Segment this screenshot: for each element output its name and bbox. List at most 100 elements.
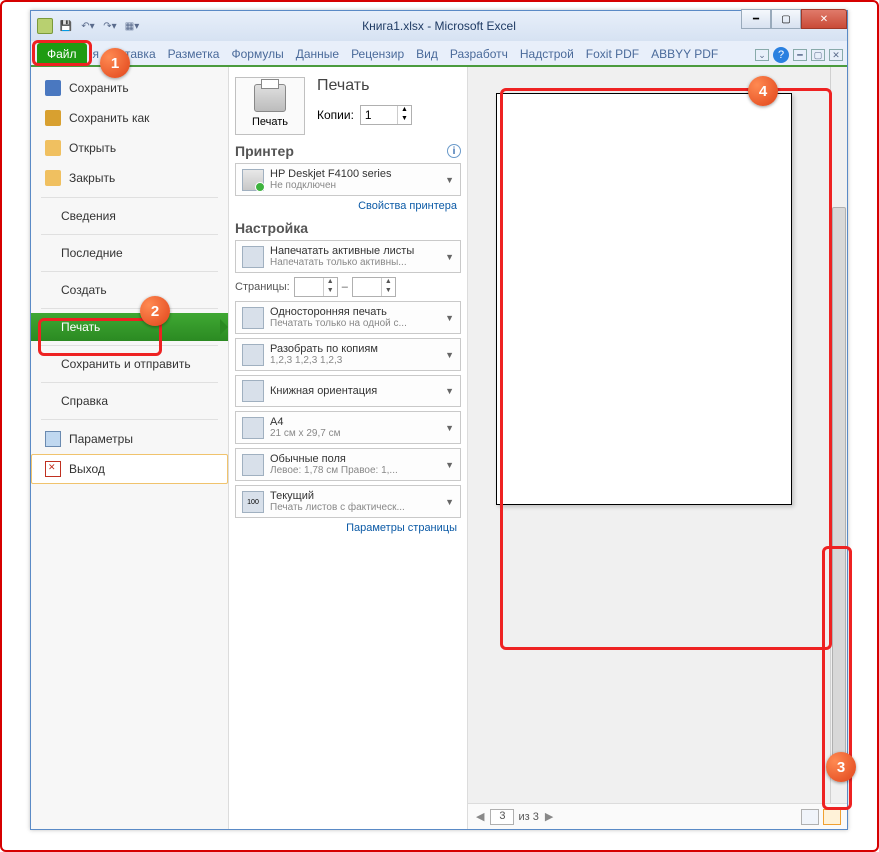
print-button-label: Печать — [252, 116, 288, 128]
nav-save-label: Сохранить — [69, 81, 129, 95]
nav-exit-label: Выход — [69, 462, 105, 476]
printer-properties-link[interactable]: Свойства принтера — [235, 200, 461, 212]
printer-icon — [254, 84, 286, 112]
preview-page — [496, 93, 792, 505]
qat-undo-icon[interactable]: ↶▾ — [79, 17, 97, 35]
nav-help[interactable]: Справка — [31, 387, 228, 415]
close-icon — [45, 170, 61, 186]
nav-options[interactable]: Параметры — [31, 424, 228, 454]
dd7-title: Текущий — [270, 490, 439, 502]
chevron-down-icon: ▼ — [445, 497, 454, 507]
ribbon-minimize-icon[interactable]: ⌄ — [755, 49, 769, 61]
exit-icon — [45, 461, 61, 477]
printer-name: HP Deskjet F4100 series — [270, 168, 439, 180]
nav-recent[interactable]: Последние — [31, 239, 228, 267]
margins-dropdown[interactable]: Обычные поля Левое: 1,78 см Правое: 1,..… — [235, 448, 461, 481]
qat-save-icon[interactable]: 💾 — [57, 17, 75, 35]
dd2-sub: Печатать только на одной с... — [270, 318, 439, 329]
preview-statusbar: ◀ 3 из 3 ▶ — [468, 803, 847, 829]
tab-review[interactable]: Рецензир — [345, 43, 410, 65]
quick-access-toolbar: 💾 ↶▾ ↷▾ ▦▾ — [31, 17, 141, 35]
nav-saveas[interactable]: Сохранить как — [31, 103, 228, 133]
app-window: 💾 ↶▾ ↷▾ ▦▾ Книга1.xlsx - Microsoft Excel… — [30, 10, 848, 830]
page-setup-link[interactable]: Параметры страницы — [235, 522, 461, 534]
printer-dropdown[interactable]: HP Deskjet F4100 series Не подключен ▼ — [235, 163, 461, 196]
copies-value: 1 — [361, 108, 397, 122]
next-page-button[interactable]: ▶ — [543, 810, 555, 823]
spin-down-icon[interactable]: ▼ — [381, 287, 395, 296]
save-icon — [45, 80, 61, 96]
settings-heading: Настройка — [235, 220, 308, 236]
qat-more-icon[interactable]: ▦▾ — [123, 17, 141, 35]
tab-developer[interactable]: Разработч — [444, 43, 514, 65]
show-margins-icon[interactable] — [801, 809, 819, 825]
nav-open-label: Открыть — [69, 141, 116, 155]
collate-dropdown[interactable]: Разобрать по копиям 1,2,3 1,2,3 1,2,3 ▼ — [235, 338, 461, 371]
tab-layout[interactable]: Разметка — [162, 43, 226, 65]
backstage-nav: Сохранить Сохранить как Открыть Закрыть … — [31, 67, 229, 829]
paper-icon — [242, 417, 264, 439]
tab-foxit[interactable]: Foxit PDF — [580, 43, 645, 65]
tab-addons[interactable]: Надстрой — [514, 43, 580, 65]
doc-close-icon[interactable]: ✕ — [829, 49, 843, 61]
tab-data[interactable]: Данные — [290, 43, 345, 65]
spin-up-icon[interactable]: ▲ — [323, 278, 337, 287]
minimize-button[interactable]: ━ — [741, 9, 771, 29]
tab-abbyy[interactable]: ABBYY PDF — [645, 43, 724, 65]
saveas-icon — [45, 110, 61, 126]
paper-size-dropdown[interactable]: A4 21 см x 29,7 см ▼ — [235, 411, 461, 444]
doc-minimize-icon[interactable]: ━ — [793, 49, 807, 61]
sides-dropdown[interactable]: Односторонняя печать Печатать только на … — [235, 301, 461, 334]
prev-page-button[interactable]: ◀ — [474, 810, 486, 823]
window-title: Книга1.xlsx - Microsoft Excel — [362, 19, 516, 33]
print-panel: Печать Печать Копии: 1 ▲▼ Принтер i — [229, 67, 467, 829]
copies-spinner[interactable]: 1 ▲▼ — [360, 105, 412, 125]
spin-down-icon[interactable]: ▼ — [397, 115, 411, 124]
page-of-label: из 3 — [518, 811, 538, 823]
nav-info[interactable]: Сведения — [31, 202, 228, 230]
annotation-badge-1: 1 — [100, 48, 130, 78]
dd1-sub: Напечатать только активны... — [270, 257, 439, 268]
nav-print[interactable]: Печать — [31, 313, 228, 341]
dd2-title: Односторонняя печать — [270, 306, 439, 318]
pages-from-spinner[interactable]: ▲▼ — [294, 277, 338, 297]
tab-formulas[interactable]: Формулы — [225, 43, 289, 65]
preview-scrollbar[interactable] — [830, 67, 847, 803]
nav-close[interactable]: Закрыть — [31, 163, 228, 193]
scaling-icon: 100 — [242, 491, 264, 513]
chevron-down-icon: ▼ — [445, 460, 454, 470]
nav-exit[interactable]: Выход — [31, 454, 228, 484]
annotation-badge-2: 2 — [140, 296, 170, 326]
copies-label: Копии: — [317, 108, 354, 122]
nav-new[interactable]: Создать — [31, 276, 228, 304]
scaling-dropdown[interactable]: 100 Текущий Печать листов с фактическ...… — [235, 485, 461, 518]
printer-status: Не подключен — [270, 180, 439, 191]
print-button[interactable]: Печать — [235, 77, 305, 135]
pages-dash: – — [342, 281, 348, 293]
close-button[interactable]: ✕ — [801, 9, 847, 29]
nav-save[interactable]: Сохранить — [31, 73, 228, 103]
info-icon[interactable]: i — [447, 144, 461, 158]
spin-up-icon[interactable]: ▲ — [381, 278, 395, 287]
pages-to-spinner[interactable]: ▲▼ — [352, 277, 396, 297]
page-number-input[interactable]: 3 — [490, 809, 514, 825]
nav-options-label: Параметры — [69, 432, 133, 446]
maximize-button[interactable]: ▢ — [771, 9, 801, 29]
spin-up-icon[interactable]: ▲ — [397, 106, 411, 115]
nav-open[interactable]: Открыть — [31, 133, 228, 163]
print-what-dropdown[interactable]: Напечатать активные листы Напечатать тол… — [235, 240, 461, 273]
doc-restore-icon[interactable]: ▢ — [811, 49, 825, 61]
annotation-badge-3: 3 — [826, 752, 856, 782]
zoom-page-icon[interactable] — [823, 809, 841, 825]
spin-down-icon[interactable]: ▼ — [323, 287, 337, 296]
nav-save-send[interactable]: Сохранить и отправить — [31, 350, 228, 378]
nav-close-label: Закрыть — [69, 171, 115, 185]
tab-file[interactable]: Файл — [37, 43, 87, 65]
help-icon[interactable]: ? — [773, 47, 789, 63]
tab-view[interactable]: Вид — [410, 43, 444, 65]
orientation-dropdown[interactable]: Книжная ориентация ▼ — [235, 375, 461, 407]
scrollbar-thumb[interactable] — [832, 207, 846, 775]
chevron-down-icon: ▼ — [445, 386, 454, 396]
qat-redo-icon[interactable]: ↷▾ — [101, 17, 119, 35]
dd4-title: Книжная ориентация — [270, 385, 439, 397]
